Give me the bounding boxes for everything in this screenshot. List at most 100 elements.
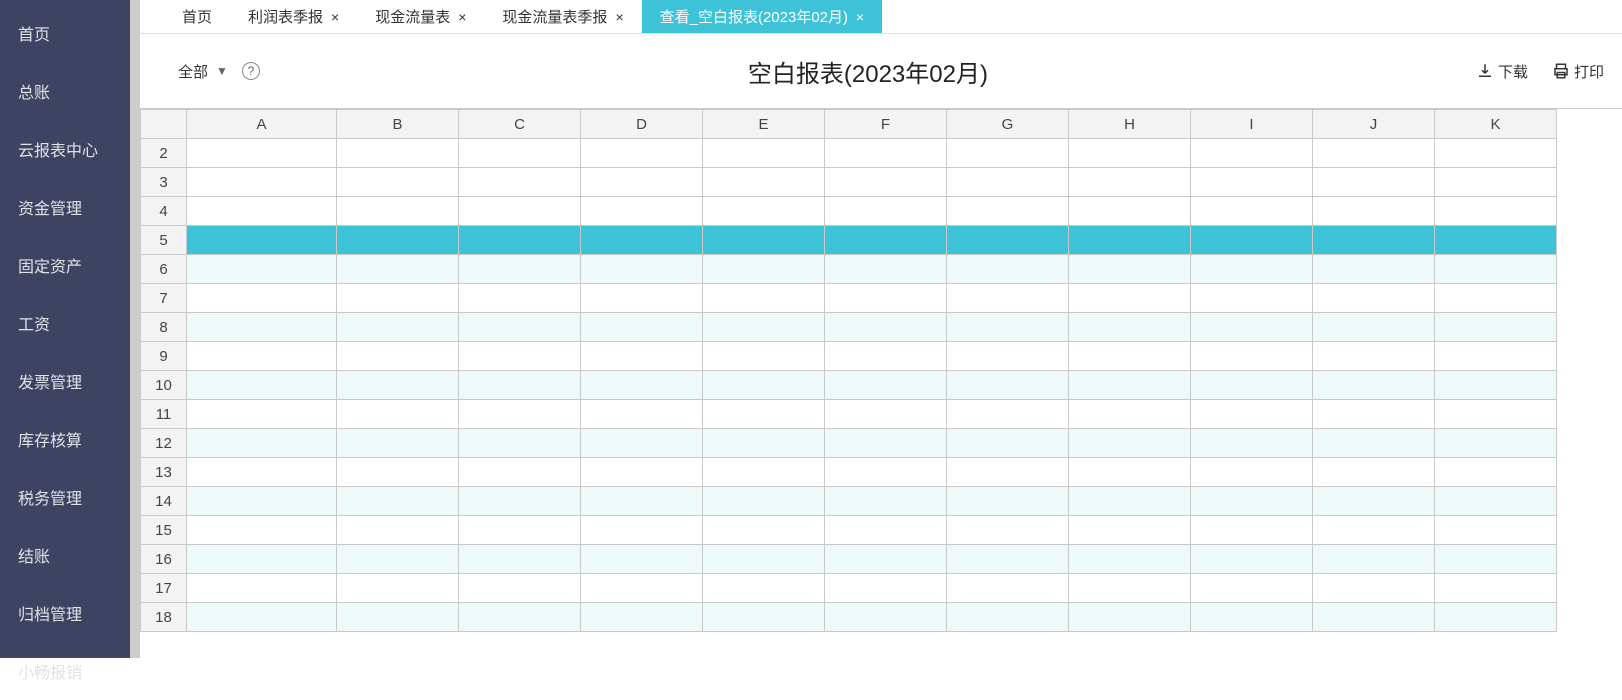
cell-A16[interactable] [187, 545, 337, 574]
cell-H18[interactable] [1069, 603, 1191, 632]
cell-G6[interactable] [947, 255, 1069, 284]
row-header-3[interactable]: 3 [141, 168, 187, 197]
cell-E16[interactable] [703, 545, 825, 574]
cell-E14[interactable] [703, 487, 825, 516]
cell-A5[interactable] [187, 226, 337, 255]
column-header-H[interactable]: H [1069, 110, 1191, 139]
cell-F15[interactable] [825, 516, 947, 545]
cell-A17[interactable] [187, 574, 337, 603]
cell-J2[interactable] [1313, 139, 1435, 168]
cell-F14[interactable] [825, 487, 947, 516]
cell-H15[interactable] [1069, 516, 1191, 545]
cell-E9[interactable] [703, 342, 825, 371]
cell-C15[interactable] [459, 516, 581, 545]
cell-F17[interactable] [825, 574, 947, 603]
cell-K9[interactable] [1435, 342, 1557, 371]
column-header-B[interactable]: B [337, 110, 459, 139]
cell-H7[interactable] [1069, 284, 1191, 313]
cell-B15[interactable] [337, 516, 459, 545]
cell-A9[interactable] [187, 342, 337, 371]
sidebar-scrollbar[interactable] [130, 0, 140, 658]
cell-E8[interactable] [703, 313, 825, 342]
cell-F16[interactable] [825, 545, 947, 574]
cell-I8[interactable] [1191, 313, 1313, 342]
cell-H5[interactable] [1069, 226, 1191, 255]
cell-D6[interactable] [581, 255, 703, 284]
column-header-D[interactable]: D [581, 110, 703, 139]
cell-G4[interactable] [947, 197, 1069, 226]
cell-K8[interactable] [1435, 313, 1557, 342]
cell-K18[interactable] [1435, 603, 1557, 632]
cell-G11[interactable] [947, 400, 1069, 429]
cell-C18[interactable] [459, 603, 581, 632]
row-header-17[interactable]: 17 [141, 574, 187, 603]
cell-I2[interactable] [1191, 139, 1313, 168]
sidebar-item-10[interactable]: 归档管理 [0, 584, 130, 642]
cell-E15[interactable] [703, 516, 825, 545]
cell-J8[interactable] [1313, 313, 1435, 342]
cell-A3[interactable] [187, 168, 337, 197]
cell-F5[interactable] [825, 226, 947, 255]
cell-H3[interactable] [1069, 168, 1191, 197]
cell-G18[interactable] [947, 603, 1069, 632]
cell-F18[interactable] [825, 603, 947, 632]
cell-I13[interactable] [1191, 458, 1313, 487]
row-header-14[interactable]: 14 [141, 487, 187, 516]
cell-C6[interactable] [459, 255, 581, 284]
cell-K11[interactable] [1435, 400, 1557, 429]
cell-G14[interactable] [947, 487, 1069, 516]
cell-J3[interactable] [1313, 168, 1435, 197]
row-header-16[interactable]: 16 [141, 545, 187, 574]
cell-D18[interactable] [581, 603, 703, 632]
cell-G10[interactable] [947, 371, 1069, 400]
cell-B17[interactable] [337, 574, 459, 603]
cell-D10[interactable] [581, 371, 703, 400]
cell-K7[interactable] [1435, 284, 1557, 313]
cell-A18[interactable] [187, 603, 337, 632]
cell-B8[interactable] [337, 313, 459, 342]
row-header-5[interactable]: 5 [141, 226, 187, 255]
cell-J13[interactable] [1313, 458, 1435, 487]
cell-A12[interactable] [187, 429, 337, 458]
cell-J4[interactable] [1313, 197, 1435, 226]
cell-I11[interactable] [1191, 400, 1313, 429]
cell-A7[interactable] [187, 284, 337, 313]
cell-K12[interactable] [1435, 429, 1557, 458]
cell-E17[interactable] [703, 574, 825, 603]
cell-K3[interactable] [1435, 168, 1557, 197]
cell-B9[interactable] [337, 342, 459, 371]
cell-H17[interactable] [1069, 574, 1191, 603]
download-button[interactable]: 下载 [1476, 61, 1528, 82]
cell-D17[interactable] [581, 574, 703, 603]
cell-D14[interactable] [581, 487, 703, 516]
cell-D16[interactable] [581, 545, 703, 574]
cell-E11[interactable] [703, 400, 825, 429]
cell-A8[interactable] [187, 313, 337, 342]
cell-E4[interactable] [703, 197, 825, 226]
row-header-18[interactable]: 18 [141, 603, 187, 632]
cell-F11[interactable] [825, 400, 947, 429]
cell-B18[interactable] [337, 603, 459, 632]
filter-dropdown[interactable]: 全部 ▼ ? [178, 61, 260, 82]
cell-D12[interactable] [581, 429, 703, 458]
cell-J17[interactable] [1313, 574, 1435, 603]
cell-B10[interactable] [337, 371, 459, 400]
row-header-15[interactable]: 15 [141, 516, 187, 545]
cell-I10[interactable] [1191, 371, 1313, 400]
cell-C7[interactable] [459, 284, 581, 313]
cell-C10[interactable] [459, 371, 581, 400]
cell-K4[interactable] [1435, 197, 1557, 226]
cell-J14[interactable] [1313, 487, 1435, 516]
cell-F6[interactable] [825, 255, 947, 284]
column-header-A[interactable]: A [187, 110, 337, 139]
cell-E10[interactable] [703, 371, 825, 400]
cell-A10[interactable] [187, 371, 337, 400]
cell-E18[interactable] [703, 603, 825, 632]
cell-I3[interactable] [1191, 168, 1313, 197]
cell-F12[interactable] [825, 429, 947, 458]
cell-A2[interactable] [187, 139, 337, 168]
cell-H6[interactable] [1069, 255, 1191, 284]
cell-C14[interactable] [459, 487, 581, 516]
cell-K6[interactable] [1435, 255, 1557, 284]
cell-C16[interactable] [459, 545, 581, 574]
